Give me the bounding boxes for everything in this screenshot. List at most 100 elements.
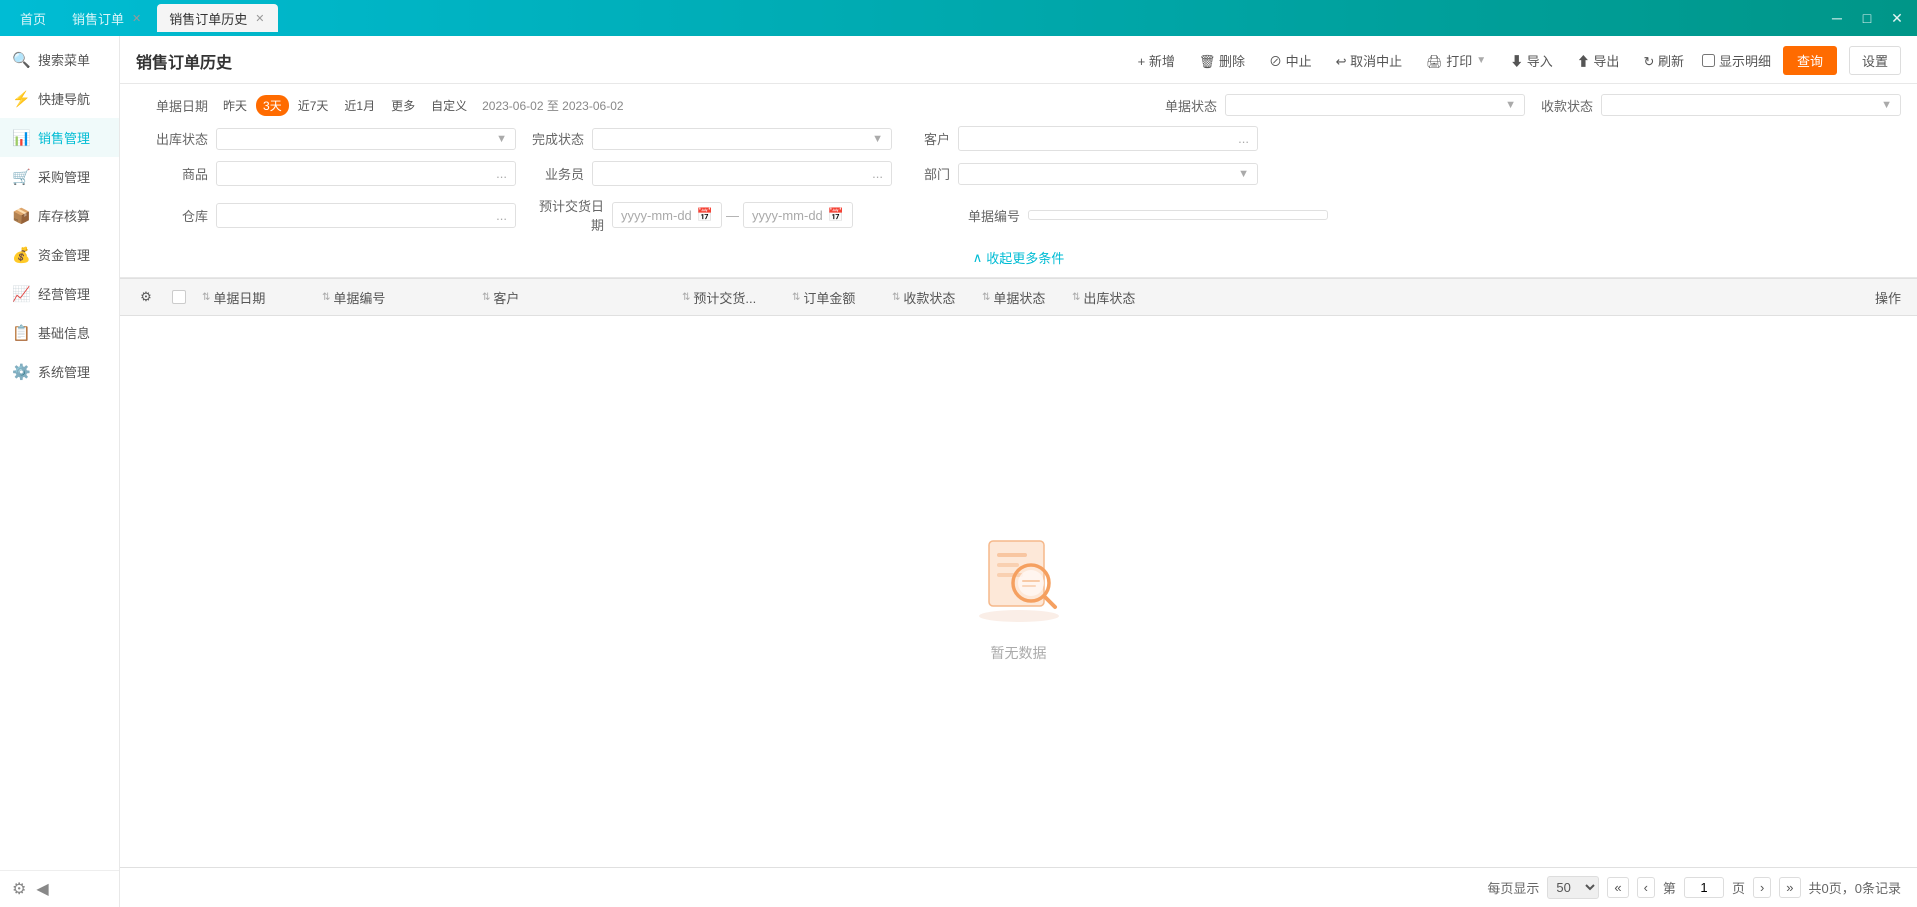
sidebar-item-inventory[interactable]: 📦 库存核算	[0, 196, 119, 235]
th-receipt-status[interactable]: ⇅ 收款状态	[884, 288, 974, 307]
print-btn[interactable]: 🖨 打印 ▼	[1420, 48, 1492, 73]
window-maximize-btn[interactable]: □	[1855, 6, 1879, 30]
th-bill-status[interactable]: ⇅ 单据状态	[974, 288, 1064, 307]
window-minimize-btn[interactable]: ─	[1825, 6, 1849, 30]
next-page-btn[interactable]: ›	[1753, 877, 1771, 898]
print-dropdown-icon[interactable]: ▼	[1476, 55, 1486, 66]
date-3days-btn[interactable]: 3天	[256, 95, 289, 116]
display-detail-toggle[interactable]: 显示明细	[1702, 51, 1771, 70]
sidebar-item-operation[interactable]: 📈 经营管理	[0, 274, 119, 313]
th-settings[interactable]: ⚙	[128, 289, 164, 305]
salesperson-dots-icon: ...	[872, 166, 883, 181]
sidebar-item-basic[interactable]: 📋 基础信息	[0, 313, 119, 352]
tab-sales-order-close[interactable]: ✕	[130, 11, 143, 26]
inventory-icon: 📦	[12, 207, 30, 225]
settings-gear-icon[interactable]: ⚙	[140, 289, 152, 305]
sidebar: 🔍 搜索菜单 ⚡ 快捷导航 📊 销售管理 🛒 采购管理 📦 库存核算 💰 资金管…	[0, 36, 120, 907]
warehouse-filter-input[interactable]: ...	[216, 203, 516, 228]
calendar-from-icon[interactable]: 📅	[697, 207, 713, 223]
sidebar-item-quick-nav[interactable]: ⚡ 快捷导航	[0, 79, 119, 118]
window-close-btn[interactable]: ✕	[1885, 6, 1909, 30]
bill-number-input[interactable]	[1028, 210, 1328, 220]
empty-text: 暂无数据	[991, 643, 1047, 663]
receipt-status-select[interactable]: ▼	[1601, 94, 1901, 116]
cancel-stop-btn[interactable]: ↩ 取消中止	[1330, 48, 1409, 73]
table-area: ⚙ ⇅ 单据日期 ⇅ 单据编号 ⇅ 客户 ⇅	[120, 278, 1917, 867]
sidebar-search-label: 搜索菜单	[38, 50, 90, 69]
date-30days-btn[interactable]: 近1月	[337, 95, 382, 116]
th-outbound-status-label: 出库状态	[1083, 288, 1135, 307]
collapse-bar[interactable]: ∧ 收起更多条件	[136, 244, 1901, 267]
outbound-status-label: 出库状态	[136, 129, 216, 148]
customer-dots-icon: ...	[1238, 131, 1249, 146]
sidebar-gear-btn[interactable]: ⚙	[12, 879, 26, 899]
customer-filter-input[interactable]: ...	[958, 126, 1258, 151]
content-area: 销售订单历史 + 新增 🗑 删除 ⊘ 中止 ↩ 取消中止 🖨 打印 ▼	[120, 36, 1917, 907]
new-btn[interactable]: + 新增	[1132, 48, 1181, 73]
outbound-status-select[interactable]: ▼	[216, 128, 516, 150]
display-detail-checkbox[interactable]	[1702, 54, 1715, 67]
sidebar-collapse-btn[interactable]: ◀	[36, 879, 48, 899]
page-size-select[interactable]: 50 20 100	[1547, 876, 1599, 899]
th-checkbox[interactable]	[164, 290, 194, 304]
refresh-btn-label: ↻ 刷新	[1643, 51, 1684, 70]
setup-btn[interactable]: 设置	[1849, 46, 1901, 75]
salesperson-filter-input[interactable]: ...	[592, 161, 892, 186]
export-btn-label: ⬆ 导出	[1577, 51, 1620, 70]
date-7days-btn[interactable]: 近7天	[291, 95, 336, 116]
dept-select[interactable]: ▼	[958, 163, 1258, 185]
refresh-btn[interactable]: ↻ 刷新	[1637, 48, 1690, 73]
sidebar-item-purchase[interactable]: 🛒 采购管理	[0, 157, 119, 196]
th-receipt-status-label: 收款状态	[903, 288, 955, 307]
last-page-btn[interactable]: »	[1779, 877, 1800, 898]
select-all-checkbox[interactable]	[172, 290, 186, 304]
th-bill-number[interactable]: ⇅ 单据编号	[314, 288, 474, 307]
query-btn[interactable]: 查询	[1783, 46, 1837, 75]
sales-icon: 📊	[12, 129, 30, 147]
import-btn[interactable]: ⬇ 导入	[1504, 48, 1559, 73]
date-custom-btn[interactable]: 自定义	[424, 95, 474, 116]
date-more-btn[interactable]: 更多	[384, 95, 422, 116]
receipt-status-label: 收款状态	[1541, 96, 1601, 115]
tab-sales-order-history-close[interactable]: ✕	[253, 11, 266, 26]
export-btn[interactable]: ⬆ 导出	[1571, 48, 1626, 73]
tab-home[interactable]: 首页	[8, 4, 58, 32]
complete-status-select[interactable]: ▼	[592, 128, 892, 150]
sidebar-finance-label: 资金管理	[38, 245, 90, 264]
receipt-status-arrow-icon: ▼	[1881, 99, 1892, 111]
delivery-date-to-input[interactable]: yyyy-mm-dd 📅	[743, 202, 853, 228]
page-title: 销售订单历史	[136, 49, 232, 73]
sidebar-item-search[interactable]: 🔍 搜索菜单	[0, 40, 119, 79]
date-yesterday-btn[interactable]: 昨天	[216, 95, 254, 116]
sidebar-item-finance[interactable]: 💰 资金管理	[0, 235, 119, 274]
th-order-amount[interactable]: ⇅ 订单金额	[784, 288, 884, 307]
bill-status-select[interactable]: ▼	[1225, 94, 1525, 116]
salesperson-label: 业务员	[532, 164, 592, 183]
tab-sales-order[interactable]: 销售订单 ✕	[60, 4, 155, 32]
th-bill-date[interactable]: ⇅ 单据日期	[194, 288, 314, 307]
th-outbound-status[interactable]: ⇅ 出库状态	[1064, 288, 1154, 307]
sidebar-quick-nav-label: 快捷导航	[38, 89, 90, 108]
filter-date-group: 昨天 3天 近7天 近1月 更多 自定义 2023-06-02 至 2023-0…	[216, 95, 1165, 116]
current-page-input[interactable]	[1684, 877, 1724, 898]
delivery-date-from-input[interactable]: yyyy-mm-dd 📅	[612, 202, 722, 228]
calendar-to-icon[interactable]: 📅	[828, 207, 844, 223]
filter-area: 单据日期 昨天 3天 近7天 近1月 更多 自定义 2023-06-02 至 2…	[120, 84, 1917, 278]
prev-page-btn[interactable]: ‹	[1637, 877, 1655, 898]
total-info: 共0页，0条记录	[1809, 878, 1901, 897]
delete-btn[interactable]: 🗑 删除	[1193, 48, 1251, 73]
th-bill-date-label: 单据日期	[213, 288, 265, 307]
warehouse-dots-icon: ...	[496, 208, 507, 223]
stop-btn[interactable]: ⊘ 中止	[1263, 48, 1318, 73]
th-customer[interactable]: ⇅ 客户	[474, 288, 674, 307]
sidebar-purchase-label: 采购管理	[38, 167, 90, 186]
th-delivery-date[interactable]: ⇅ 预计交货...	[674, 288, 784, 307]
goods-dots-icon: ...	[496, 166, 507, 181]
first-page-btn[interactable]: «	[1607, 877, 1628, 898]
sidebar-basic-label: 基础信息	[38, 323, 90, 342]
sidebar-item-sales[interactable]: 📊 销售管理	[0, 118, 119, 157]
goods-filter-input[interactable]: ...	[216, 161, 516, 186]
empty-state: 暂无数据	[120, 316, 1917, 867]
tab-sales-order-history[interactable]: 销售订单历史 ✕	[157, 4, 278, 32]
sidebar-item-system[interactable]: ⚙️ 系统管理	[0, 352, 119, 391]
